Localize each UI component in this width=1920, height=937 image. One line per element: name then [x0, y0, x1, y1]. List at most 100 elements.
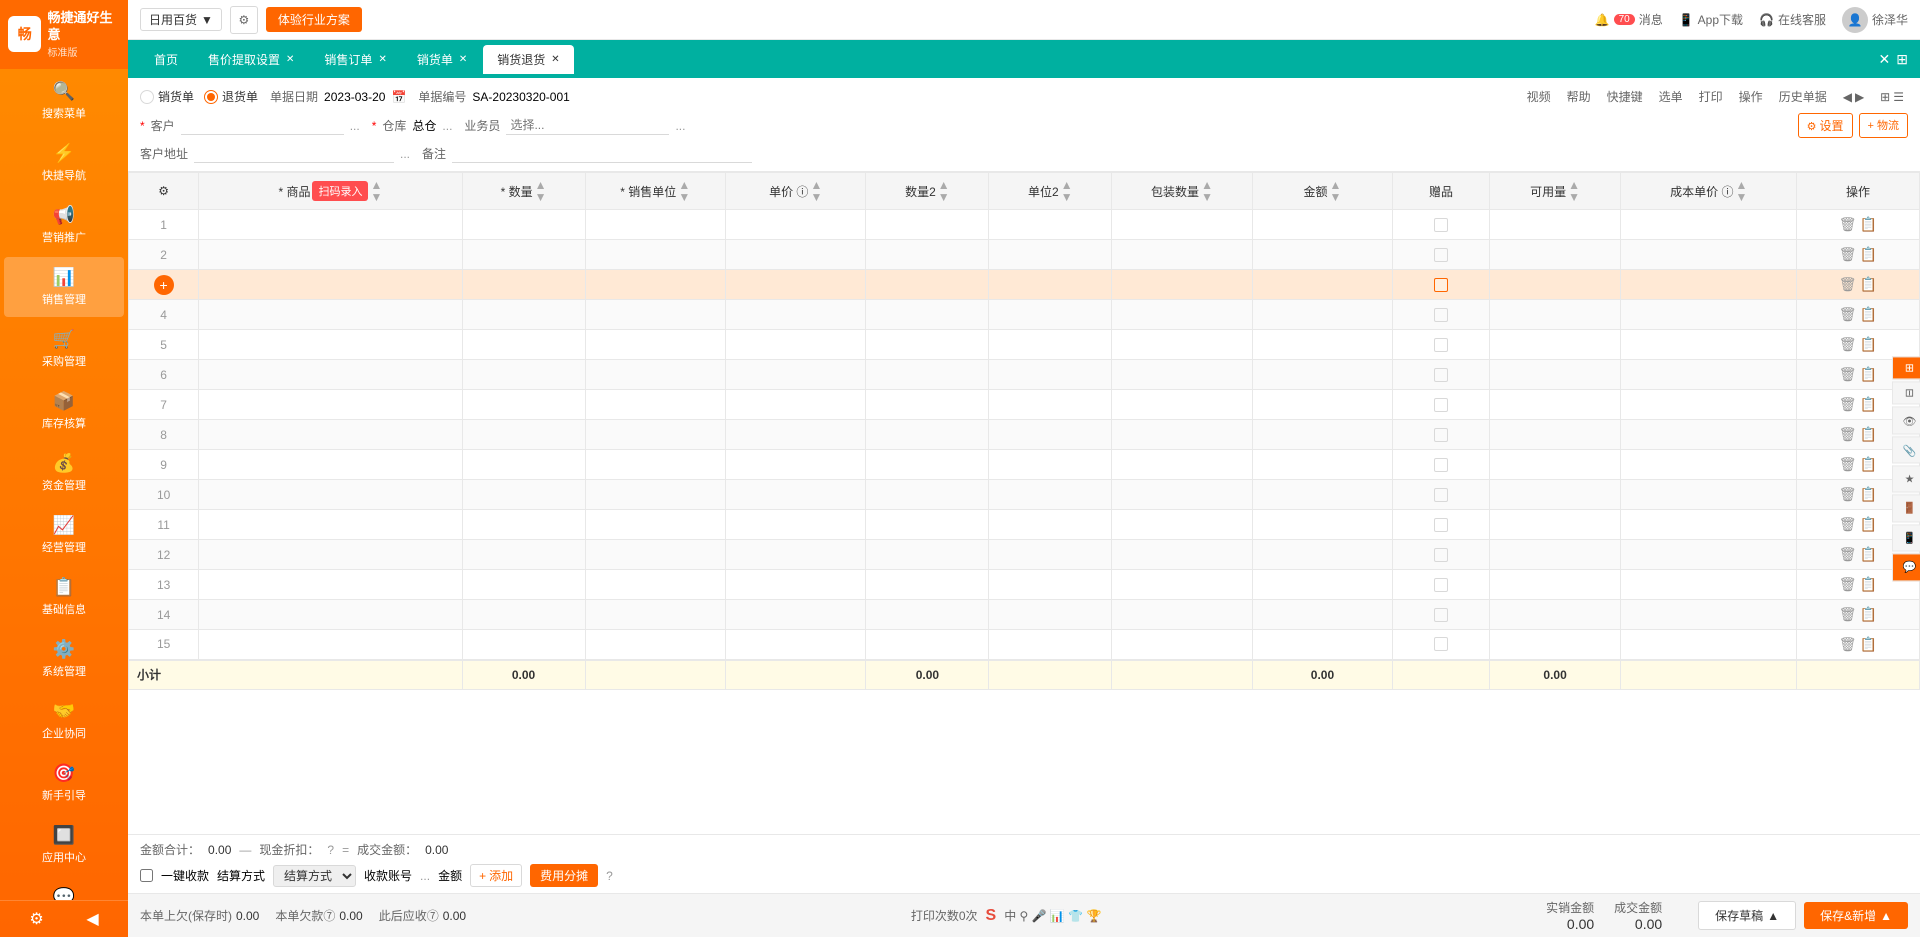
copy-row-11[interactable]: 📋 — [1860, 516, 1877, 532]
sidebar-item-sales[interactable]: 📊销售管理 — [4, 257, 124, 317]
copy-row-1[interactable]: 📋 — [1860, 216, 1877, 232]
sales-unit-cell-5[interactable] — [585, 330, 725, 360]
amount-cell-1[interactable] — [1252, 210, 1392, 240]
amount-cell-5[interactable] — [1252, 330, 1392, 360]
pack-qty-cell-5[interactable] — [1112, 330, 1252, 360]
help-icon-discount[interactable]: ? — [327, 843, 334, 857]
pack-qty-cell-15[interactable] — [1112, 630, 1252, 660]
radio-sales[interactable]: 销货单 — [140, 88, 194, 105]
close-all-tabs-button[interactable]: ✕ — [1879, 51, 1891, 68]
right-float-grid2[interactable]: ⊟ — [1892, 381, 1920, 404]
sidebar-item-enterprise[interactable]: 🤝企业协同 — [4, 691, 124, 751]
product-cell-10[interactable] — [199, 480, 462, 510]
product-cell-6[interactable] — [199, 360, 462, 390]
customer-select-btn[interactable]: ... — [350, 119, 360, 133]
gift-checkbox-15[interactable] — [1434, 637, 1448, 651]
pack-qty-cell-3[interactable] — [1112, 270, 1252, 300]
cost-unit-cell-15[interactable] — [1621, 630, 1797, 660]
pack-qty-cell-8[interactable] — [1112, 420, 1252, 450]
available-cell-4[interactable] — [1489, 300, 1621, 330]
sidebar-item-guide[interactable]: 🎯新手引导 — [4, 753, 124, 813]
amount-cell-9[interactable] — [1252, 450, 1392, 480]
unit-price-cell-6[interactable] — [725, 360, 865, 390]
delete-row-9[interactable]: 🗑 — [1839, 456, 1857, 472]
quantity2-cell-4[interactable] — [866, 300, 989, 330]
sidebar-item-wechat[interactable]: 💬企业微信 — [4, 877, 124, 900]
app-download-item[interactable]: 📱 App下载 — [1679, 11, 1743, 28]
copy-row-13[interactable]: 📋 — [1860, 576, 1877, 592]
gift-checkbox-6[interactable] — [1434, 368, 1448, 382]
available-cell-2[interactable] — [1489, 240, 1621, 270]
copy-row-10[interactable]: 📋 — [1860, 486, 1877, 502]
quantity-cell-1[interactable] — [462, 210, 585, 240]
cost-unit-cell-11[interactable] — [1621, 510, 1797, 540]
pack-qty-cell-4[interactable] — [1112, 300, 1252, 330]
quantity-cell-13[interactable] — [462, 570, 585, 600]
right-float-eye[interactable]: 👁 — [1892, 406, 1920, 434]
delete-row-2[interactable]: 🗑 — [1839, 246, 1857, 262]
unit2-cell-9[interactable] — [989, 450, 1112, 480]
unit2-cell-7[interactable] — [989, 390, 1112, 420]
logistics-button[interactable]: + 物流 — [1859, 113, 1908, 138]
amount-cell-14[interactable] — [1252, 600, 1392, 630]
toolbar-btn-help[interactable]: 帮助 — [1563, 86, 1595, 107]
sales-unit-cell-7[interactable] — [585, 390, 725, 420]
sales-unit-cell-4[interactable] — [585, 300, 725, 330]
user-avatar-item[interactable]: 👤 徐泽华 — [1842, 7, 1908, 33]
sidebar-item-marketing[interactable]: 📢营销推广 — [4, 195, 124, 255]
copy-row-2[interactable]: 📋 — [1860, 246, 1877, 262]
gift-checkbox-14[interactable] — [1434, 608, 1448, 622]
product-cell-2[interactable] — [199, 240, 462, 270]
pack-qty-cell-7[interactable] — [1112, 390, 1252, 420]
address-input[interactable] — [194, 144, 394, 163]
quantity-cell-2[interactable] — [462, 240, 585, 270]
tab-close-sales[interactable]: ✕ — [459, 54, 467, 65]
cost-unit-cell-7[interactable] — [1621, 390, 1797, 420]
one-key-payment-checkbox[interactable] — [140, 869, 153, 882]
gift-checkbox-13[interactable] — [1434, 578, 1448, 592]
product-cell-4[interactable] — [199, 300, 462, 330]
delete-row-3[interactable]: 🗑 — [1839, 276, 1857, 292]
quantity2-cell-11[interactable] — [866, 510, 989, 540]
col-settings[interactable]: ⚙ — [129, 173, 199, 210]
tab-close-return[interactable]: ✕ — [551, 54, 559, 65]
pack-qty-cell-13[interactable] — [1112, 570, 1252, 600]
available-cell-5[interactable] — [1489, 330, 1621, 360]
maximize-button[interactable]: ⊞ — [1896, 51, 1908, 68]
quantity2-cell-15[interactable] — [866, 630, 989, 660]
cost-unit-cell-1[interactable] — [1621, 210, 1797, 240]
quantity2-cell-1[interactable] — [866, 210, 989, 240]
delete-row-4[interactable]: 🗑 — [1839, 306, 1857, 322]
available-cell-14[interactable] — [1489, 600, 1621, 630]
product-cell-1[interactable] — [199, 210, 462, 240]
available-cell-13[interactable] — [1489, 570, 1621, 600]
amount-cell-15[interactable] — [1252, 630, 1392, 660]
add-payment-button[interactable]: + 添加 — [470, 864, 522, 887]
toolbar-btn-select[interactable]: 选单 — [1655, 86, 1687, 107]
toolbar-btn-operation[interactable]: 操作 — [1735, 86, 1767, 107]
copy-row-6[interactable]: 📋 — [1860, 366, 1877, 382]
delete-row-1[interactable]: 🗑 — [1839, 216, 1857, 232]
staff-select-btn[interactable]: ... — [675, 119, 685, 133]
cost-unit-cell-2[interactable] — [1621, 240, 1797, 270]
unit-price-cell-14[interactable] — [725, 600, 865, 630]
copy-row-4[interactable]: 📋 — [1860, 306, 1877, 322]
unit-price-cell-5[interactable] — [725, 330, 865, 360]
product-cell-12[interactable] — [199, 540, 462, 570]
product-cell-14[interactable] — [199, 600, 462, 630]
cost-unit-cell-4[interactable] — [1621, 300, 1797, 330]
unit-price-cell-2[interactable] — [725, 240, 865, 270]
save-new-button[interactable]: 保存&新增 ▲ — [1804, 902, 1908, 929]
unit-price-cell-15[interactable] — [725, 630, 865, 660]
sales-unit-cell-14[interactable] — [585, 600, 725, 630]
unit2-cell-13[interactable] — [989, 570, 1112, 600]
product-cell-13[interactable] — [199, 570, 462, 600]
delete-row-6[interactable]: 🗑 — [1839, 366, 1857, 382]
available-cell-9[interactable] — [1489, 450, 1621, 480]
quantity-cell-9[interactable] — [462, 450, 585, 480]
unit-price-cell-3[interactable] — [725, 270, 865, 300]
sales-unit-cell-13[interactable] — [585, 570, 725, 600]
product-cell-5[interactable] — [199, 330, 462, 360]
unit2-cell-11[interactable] — [989, 510, 1112, 540]
quantity2-cell-7[interactable] — [866, 390, 989, 420]
